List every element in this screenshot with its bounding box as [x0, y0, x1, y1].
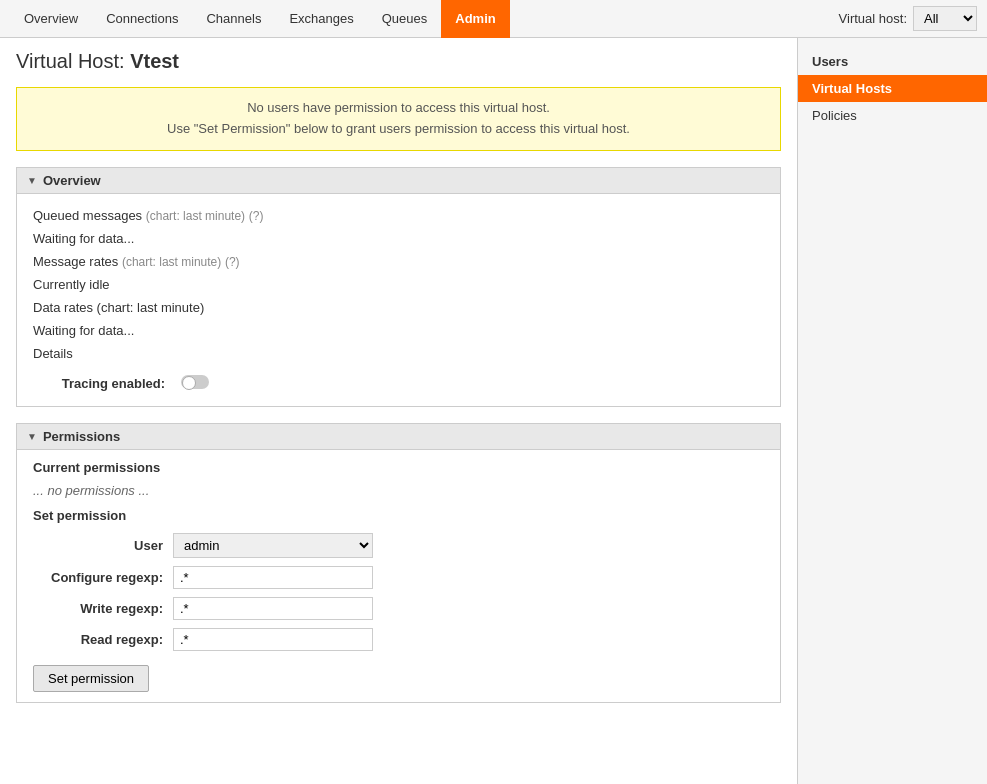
user-label: User: [33, 538, 163, 553]
nav-admin[interactable]: Admin: [441, 0, 509, 38]
overview-label: Overview: [43, 173, 101, 188]
no-permissions-text: ... no permissions ...: [33, 479, 764, 508]
waiting-data-2-row: Waiting for data...: [33, 319, 764, 342]
read-regexp-label: Read regexp:: [33, 632, 163, 647]
page-title: Virtual Host: Vtest: [16, 50, 781, 73]
permissions-label: Permissions: [43, 429, 120, 444]
content-area: Virtual Host: Vtest No users have permis…: [0, 38, 797, 784]
message-rates-help[interactable]: (?): [225, 255, 240, 269]
warning-box: No users have permission to access this …: [16, 87, 781, 151]
details-label: Details: [33, 346, 73, 361]
read-regexp-form-row: Read regexp:: [33, 628, 764, 651]
virtual-host-selector: Virtual host: All Vtest: [839, 6, 977, 31]
data-rates-label: Data rates (chart: last minute): [33, 300, 204, 315]
set-permission-label: Set permission: [33, 508, 764, 523]
configure-regexp-input[interactable]: [173, 566, 373, 589]
queued-messages-chart[interactable]: (chart: last minute): [146, 209, 245, 223]
configure-regexp-form-row: Configure regexp:: [33, 566, 764, 589]
currently-idle-row: Currently idle: [33, 273, 764, 296]
message-rates-chart[interactable]: (chart: last minute): [122, 255, 221, 269]
queued-messages-row: Queued messages (chart: last minute) (?): [33, 204, 764, 227]
overview-section-header[interactable]: ▼ Overview: [16, 167, 781, 194]
permissions-chevron-icon: ▼: [27, 431, 37, 442]
top-nav: Overview Connections Channels Exchanges …: [0, 0, 987, 38]
main-container: Virtual Host: Vtest No users have permis…: [0, 38, 987, 784]
overview-chevron-icon: ▼: [27, 175, 37, 186]
queued-messages-help[interactable]: (?): [249, 209, 264, 223]
waiting-data-1-row: Waiting for data...: [33, 227, 764, 250]
right-sidebar: Users Virtual Hosts Policies: [797, 38, 987, 784]
read-regexp-input[interactable]: [173, 628, 373, 651]
user-form-row: User admin: [33, 533, 764, 558]
nav-connections[interactable]: Connections: [92, 0, 192, 38]
sidebar-users-title: Users: [798, 48, 987, 75]
details-table: Tracing enabled:: [33, 371, 764, 396]
write-regexp-input[interactable]: [173, 597, 373, 620]
permissions-section-header[interactable]: ▼ Permissions: [16, 423, 781, 450]
tracing-row: Tracing enabled:: [33, 371, 764, 396]
data-rates-row: Data rates (chart: last minute): [33, 296, 764, 319]
tracing-toggle-cell: [173, 371, 764, 396]
user-select[interactable]: admin: [173, 533, 373, 558]
set-permission-button[interactable]: Set permission: [33, 665, 149, 692]
virtual-host-label: Virtual host:: [839, 11, 907, 26]
overview-section-body: Queued messages (chart: last minute) (?)…: [16, 194, 781, 407]
virtual-host-select[interactable]: All Vtest: [913, 6, 977, 31]
write-regexp-label: Write regexp:: [33, 601, 163, 616]
nav-queues[interactable]: Queues: [368, 0, 442, 38]
tracing-toggle[interactable]: [181, 375, 209, 389]
warning-line1: No users have permission to access this …: [33, 98, 764, 119]
nav-exchanges[interactable]: Exchanges: [275, 0, 367, 38]
warning-line2: Use "Set Permission" below to grant user…: [33, 119, 764, 140]
waiting-data-1: Waiting for data...: [33, 231, 134, 246]
tracing-label: Tracing enabled:: [33, 371, 173, 396]
nav-channels[interactable]: Channels: [192, 0, 275, 38]
sidebar-item-virtual-hosts[interactable]: Virtual Hosts: [798, 75, 987, 102]
sidebar-item-policies[interactable]: Policies: [798, 102, 987, 129]
waiting-data-2: Waiting for data...: [33, 323, 134, 338]
write-regexp-form-row: Write regexp:: [33, 597, 764, 620]
permissions-section-body: Current permissions ... no permissions .…: [16, 450, 781, 703]
currently-idle-text: Currently idle: [33, 277, 110, 292]
message-rates-label: Message rates: [33, 254, 118, 269]
current-permissions-label: Current permissions: [33, 460, 764, 475]
nav-overview[interactable]: Overview: [10, 0, 92, 38]
configure-regexp-label: Configure regexp:: [33, 570, 163, 585]
queued-messages-label: Queued messages: [33, 208, 142, 223]
details-row: Details: [33, 342, 764, 365]
message-rates-row: Message rates (chart: last minute) (?): [33, 250, 764, 273]
